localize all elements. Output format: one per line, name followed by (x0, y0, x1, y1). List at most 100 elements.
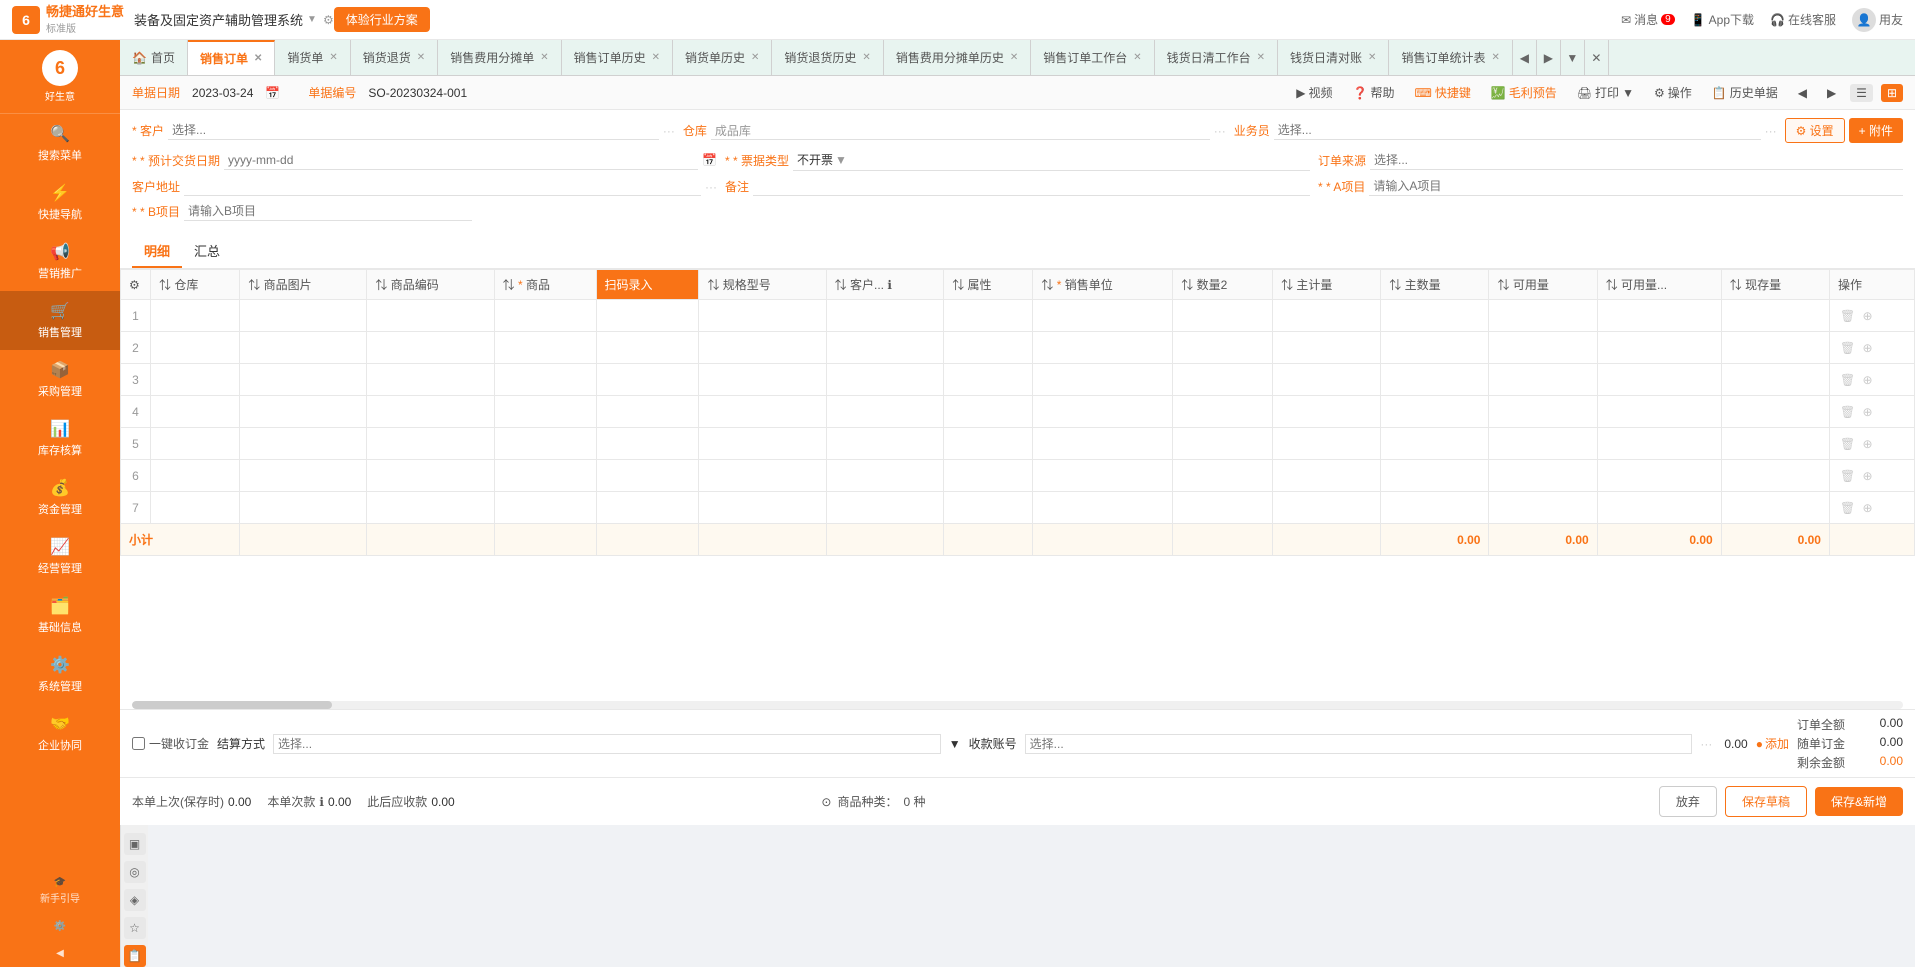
receipt-more-icon[interactable]: ··· (1700, 737, 1712, 751)
th-main-qty[interactable]: ⇅ 主数量 (1381, 270, 1489, 300)
shortcut-button[interactable]: ⌨ 快捷键 (1409, 82, 1477, 103)
help-button[interactable]: ❓ 帮助 (1347, 82, 1401, 103)
row-2-delete-icon[interactable]: 🗑 (1840, 341, 1855, 355)
th-scan[interactable]: 扫码录入 (596, 270, 699, 300)
row-4-image[interactable] (240, 396, 367, 428)
receipt-input[interactable] (1025, 734, 1693, 754)
project-a-input[interactable] (1369, 177, 1903, 196)
row-6-qty2[interactable] (1173, 460, 1273, 492)
row-3-unit[interactable] (1033, 364, 1173, 396)
row-5-customer-code[interactable] (826, 428, 944, 460)
right-panel-icon-1[interactable]: ▣ (124, 833, 146, 855)
row-7-available[interactable] (1489, 492, 1597, 524)
row-2-main-qty[interactable] (1381, 332, 1489, 364)
row-3-available2[interactable] (1597, 364, 1721, 396)
sidebar-item-system[interactable]: ⚙️ 系统管理 (0, 645, 120, 704)
th-main-unit[interactable]: ⇅ 主计量 (1273, 270, 1381, 300)
th-warehouse[interactable]: ⇅ 仓库 (151, 270, 240, 300)
row-1-warehouse[interactable] (151, 300, 240, 332)
row-6-main-unit[interactable] (1273, 460, 1381, 492)
row-6-unit[interactable] (1033, 460, 1173, 492)
row-7-main-qty[interactable] (1381, 492, 1489, 524)
th-spec[interactable]: ⇅ 规格型号 (699, 270, 826, 300)
th-qty2[interactable]: ⇅ 数量2 (1173, 270, 1273, 300)
row-1-available[interactable] (1489, 300, 1597, 332)
row-4-code[interactable] (367, 396, 494, 428)
row-1-code[interactable] (367, 300, 494, 332)
row-7-scan[interactable] (596, 492, 699, 524)
th-product[interactable]: ⇅ * 商品 (494, 270, 596, 300)
tab-nav-dropdown[interactable]: ▼ (1561, 40, 1585, 76)
tab-close-cash-reconcile[interactable]: ✕ (1368, 52, 1376, 63)
sidebar-item-base-info[interactable]: 🗂️ 基础信息 (0, 586, 120, 645)
row-6-delete-icon[interactable]: 🗑 (1840, 469, 1855, 483)
save-draft-button[interactable]: 保存草稿 (1725, 786, 1807, 817)
row-2-copy-icon[interactable]: ⊕ (1863, 341, 1873, 355)
row-3-scan[interactable] (596, 364, 699, 396)
row-1-main-unit[interactable] (1273, 300, 1381, 332)
invoice-type-select[interactable]: 不开票 ▼ (793, 149, 1310, 171)
tab-close-return-history[interactable]: ✕ (862, 52, 870, 63)
gear-icon[interactable]: ⚙ (323, 13, 334, 27)
tab-close-bill-history[interactable]: ✕ (751, 52, 759, 63)
row-5-copy-icon[interactable]: ⊕ (1863, 437, 1873, 451)
row-6-warehouse[interactable] (151, 460, 240, 492)
row-7-qty2[interactable] (1173, 492, 1273, 524)
row-1-unit[interactable] (1033, 300, 1173, 332)
row-3-attr[interactable] (944, 364, 1033, 396)
tab-close-workbench[interactable]: ✕ (1133, 52, 1141, 63)
row-3-warehouse[interactable] (151, 364, 240, 396)
sidebar-bottom-settings[interactable]: ⚙️ (0, 913, 120, 940)
tab-close-expense-history[interactable]: ✕ (1010, 52, 1018, 63)
delivery-date-calendar-icon[interactable]: 📅 (702, 153, 717, 167)
th-code[interactable]: ⇅ 商品编码 (367, 270, 494, 300)
row-7-image[interactable] (240, 492, 367, 524)
row-5-stock[interactable] (1721, 428, 1829, 460)
tab-sales-stats[interactable]: 销售订单统计表 ✕ (1389, 40, 1512, 76)
row-1-image[interactable] (240, 300, 367, 332)
sidebar-item-purchase[interactable]: 📦 采购管理 (0, 350, 120, 409)
th-unit[interactable]: ⇅ * 销售单位 (1033, 270, 1173, 300)
row-2-code[interactable] (367, 332, 494, 364)
tab-home[interactable]: 🏠 首页 (120, 40, 188, 76)
row-6-available[interactable] (1489, 460, 1597, 492)
row-3-product[interactable] (494, 364, 596, 396)
tab-close-sales-stats[interactable]: ✕ (1491, 52, 1499, 63)
sidebar-collapse-button[interactable]: ◀ (0, 940, 120, 967)
row-3-delete-icon[interactable]: 🗑 (1840, 373, 1855, 387)
th-image[interactable]: ⇅ 商品图片 (240, 270, 367, 300)
th-customer-code[interactable]: ⇅ 客户... ℹ (826, 270, 944, 300)
row-1-copy-icon[interactable]: ⊕ (1863, 309, 1873, 323)
row-5-attr[interactable] (944, 428, 1033, 460)
row-7-attr[interactable] (944, 492, 1033, 524)
row-1-product[interactable] (494, 300, 596, 332)
row-6-customer-code[interactable] (826, 460, 944, 492)
row-4-main-unit[interactable] (1273, 396, 1381, 428)
row-4-scan[interactable] (596, 396, 699, 428)
tab-sales-order[interactable]: 销售订单 ✕ (188, 40, 275, 76)
row-2-main-unit[interactable] (1273, 332, 1381, 364)
user-button[interactable]: 👤 用友 (1852, 8, 1903, 32)
row-6-code[interactable] (367, 460, 494, 492)
row-1-attr[interactable] (944, 300, 1033, 332)
tab-close-cash-workbench[interactable]: ✕ (1257, 52, 1265, 63)
row-2-stock[interactable] (1721, 332, 1829, 364)
list-view-button[interactable]: ☰ (1850, 84, 1873, 102)
sidebar-item-search[interactable]: 🔍 搜索菜单 (0, 114, 120, 173)
operate-button[interactable]: ⚙ 操作 (1648, 82, 1698, 103)
row-4-product[interactable] (494, 396, 596, 428)
address-more-icon[interactable]: ··· (705, 180, 717, 194)
row-2-product[interactable] (494, 332, 596, 364)
row-4-unit[interactable] (1033, 396, 1173, 428)
warehouse-input[interactable] (711, 121, 1210, 140)
one-key-checkout-check[interactable] (132, 737, 145, 750)
tab-sales-expense-history[interactable]: 销售费用分摊单历史 ✕ (884, 40, 1031, 76)
tab-sales-order-history[interactable]: 销售订单历史 ✕ (562, 40, 673, 76)
row-1-qty2[interactable] (1173, 300, 1273, 332)
row-5-main-qty[interactable] (1381, 428, 1489, 460)
row-3-stock[interactable] (1721, 364, 1829, 396)
add-button[interactable]: ● 添加 (1756, 735, 1789, 752)
row-7-copy-icon[interactable]: ⊕ (1863, 501, 1873, 515)
row-5-product[interactable] (494, 428, 596, 460)
row-4-spec[interactable] (699, 396, 826, 428)
